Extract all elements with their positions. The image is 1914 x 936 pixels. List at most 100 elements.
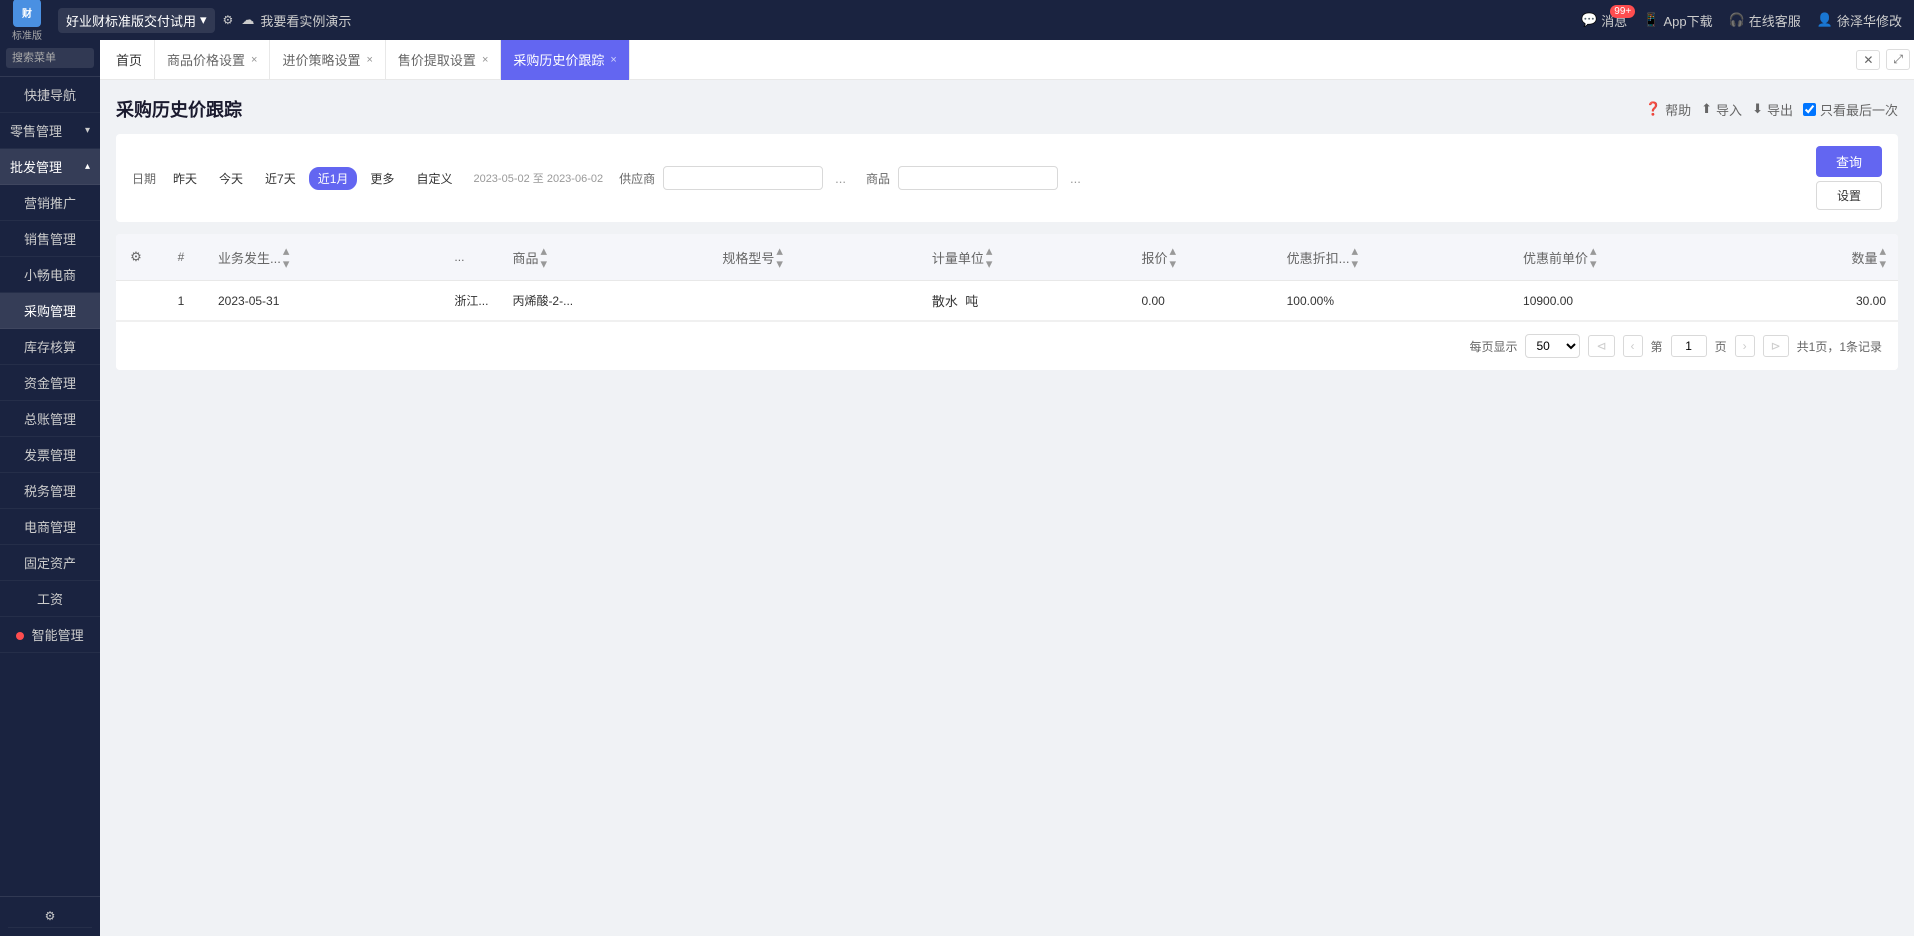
demo-label: 我要看实例演示	[260, 11, 351, 30]
tab-sale-price[interactable]: 售价提取设置 ×	[386, 40, 501, 80]
per-page-select[interactable]: 20 50 100	[1525, 334, 1580, 358]
page-title: 采购历史价跟踪	[116, 96, 242, 122]
sidebar-item-retail[interactable]: 零售管理 ▾	[0, 113, 100, 149]
sidebar-item-purchase[interactable]: 采购管理	[0, 293, 100, 329]
cell-unit1: 散水	[932, 294, 958, 309]
topbar-right: 💬 消息 99+ 📱 App下载 🎧 在线客服 👤 徐泽华修改	[1581, 11, 1902, 30]
sort-icon: ▴▾	[283, 244, 290, 270]
supplier-input[interactable]	[663, 166, 823, 190]
page-number-input[interactable]	[1671, 335, 1707, 357]
user-icon: 👤	[1817, 12, 1833, 28]
th-price[interactable]: 报价 ▴▾	[1129, 234, 1274, 281]
tab-price-close[interactable]: ×	[251, 54, 257, 66]
sidebar-item-sales[interactable]: 销售管理	[0, 221, 100, 257]
tab-expand-btn[interactable]: ⤢	[1886, 49, 1910, 70]
goods-filter-group: 商品 ...	[866, 166, 1085, 190]
query-button[interactable]: 查询	[1816, 146, 1882, 177]
logo-icon: 财	[13, 0, 41, 27]
import-btn[interactable]: ⬆ 导入	[1701, 100, 1742, 119]
sidebar-item-ledger[interactable]: 总账管理	[0, 401, 100, 437]
cell-checkbox[interactable]	[116, 281, 156, 321]
date-btn-more[interactable]: 更多	[361, 167, 403, 190]
date-btn-1month[interactable]: 近1月	[309, 167, 358, 190]
tab-home[interactable]: 首页	[104, 40, 155, 80]
app-download-btn[interactable]: 📱 App下载	[1643, 11, 1712, 30]
tab-home-label: 首页	[116, 50, 142, 69]
th-discount[interactable]: 优惠折扣... ▴▾	[1275, 234, 1511, 281]
goods-more-btn[interactable]: ...	[1066, 171, 1085, 186]
sidebar-item-label: 批发管理	[10, 157, 62, 176]
tab-purchase-strategy[interactable]: 进价策略设置 ×	[270, 40, 385, 80]
goods-input[interactable]	[898, 166, 1058, 190]
th-pre-discount-price[interactable]: 优惠前单价 ▴▾	[1511, 234, 1753, 281]
date-btn-today[interactable]: 今天	[210, 167, 252, 190]
sort-icon: ▴▾	[1351, 244, 1358, 270]
tab-price-settings[interactable]: 商品价格设置 ×	[155, 40, 270, 80]
th-gear[interactable]: ⚙	[116, 234, 156, 281]
sidebar-item-label: 零售管理	[10, 121, 62, 140]
sidebar-item-quicknav[interactable]: 快捷导航	[0, 77, 100, 113]
sort-icon: ▴▾	[776, 244, 783, 270]
sidebar-item-label: 采购管理	[24, 304, 76, 319]
sidebar-item-ecommerce-small[interactable]: 小畅电商	[0, 257, 100, 293]
phone-icon: 📱	[1643, 12, 1659, 28]
tab-history-close[interactable]: ×	[610, 54, 616, 66]
sidebar-item-smart[interactable]: 智能管理	[0, 617, 100, 653]
filter-bar: 日期 昨天 今天 近7天 近1月 更多 自定义 2023-05-02 至 202…	[116, 134, 1898, 222]
th-quantity[interactable]: 数量 ▴▾	[1753, 234, 1898, 281]
sidebar-item-salary[interactable]: 工资	[0, 581, 100, 617]
sidebar-item-invoice[interactable]: 发票管理	[0, 437, 100, 473]
tab-strategy-close[interactable]: ×	[366, 54, 372, 66]
settings-button[interactable]: 设置	[1816, 181, 1882, 210]
export-btn[interactable]: ⬇ 导出	[1752, 100, 1793, 119]
online-service-btn[interactable]: 🎧 在线客服	[1729, 11, 1801, 30]
help-btn[interactable]: ❓ 帮助	[1645, 100, 1691, 119]
sidebar-item-ecommerce[interactable]: 电商管理	[0, 509, 100, 545]
sidebar-settings-btn[interactable]: ⚙	[8, 905, 92, 928]
version-selector[interactable]: 好业财标准版交付试用 ▾	[58, 8, 215, 33]
th-goods[interactable]: 商品 ▴▾	[500, 234, 710, 281]
tab-strategy-label: 进价策略设置	[282, 50, 360, 69]
cell-quantity: 30.00	[1753, 281, 1898, 321]
sort-icon: ▴▾	[540, 244, 547, 270]
th-num: #	[156, 234, 206, 281]
th-unit[interactable]: 计量单位 ▴▾	[920, 234, 1130, 281]
sidebar-search-container	[0, 40, 100, 77]
tab-purchase-history[interactable]: 采购历史价跟踪 ×	[501, 40, 629, 80]
tab-sale-close[interactable]: ×	[482, 54, 488, 66]
filter-action-buttons: 查询 设置	[1816, 146, 1882, 210]
next-page-btn[interactable]: ›	[1735, 335, 1755, 357]
supplier-more-btn[interactable]: ...	[831, 171, 850, 186]
sidebar-item-finance[interactable]: 资金管理	[0, 365, 100, 401]
user-btn[interactable]: 👤 徐泽华修改	[1817, 11, 1902, 30]
sidebar-item-wholesale[interactable]: 批发管理 ▴	[0, 149, 100, 185]
tab-close-btn[interactable]: ✕	[1856, 50, 1880, 70]
main-layout: 快捷导航 零售管理 ▾ 批发管理 ▴ 营销推广 销售管理 小畅电商 采购管理 库…	[0, 40, 1914, 936]
th-spec[interactable]: 规格型号 ▴▾	[710, 234, 920, 281]
sort-icon: ▴▾	[1879, 244, 1886, 270]
th-date-label: 业务发生...	[218, 248, 281, 267]
th-supplier-dots[interactable]: ...	[442, 234, 500, 281]
demo-link[interactable]: ☁ 我要看实例演示	[241, 11, 351, 30]
prev-page-btn[interactable]: ‹	[1623, 335, 1643, 357]
first-page-btn[interactable]: ⊲	[1588, 335, 1614, 357]
th-pre-discount-label: 优惠前单价	[1523, 248, 1588, 267]
th-quantity-label: 数量	[1851, 248, 1877, 267]
last-only-checkbox[interactable]	[1803, 103, 1816, 116]
th-goods-label: 商品	[512, 248, 538, 267]
sidebar-item-marketing[interactable]: 营销推广	[0, 185, 100, 221]
sidebar-item-label: 库存核算	[24, 340, 76, 355]
sidebar-item-tax[interactable]: 税务管理	[0, 473, 100, 509]
cell-date: 2023-05-31	[206, 281, 442, 321]
date-btn-custom[interactable]: 自定义	[407, 167, 461, 190]
messages-btn[interactable]: 💬 消息 99+	[1581, 11, 1627, 30]
last-page-btn[interactable]: ⊳	[1763, 335, 1789, 357]
sidebar-item-assets[interactable]: 固定资产	[0, 545, 100, 581]
search-input[interactable]	[6, 48, 94, 68]
sidebar-item-inventory[interactable]: 库存核算	[0, 329, 100, 365]
date-btn-yesterday[interactable]: 昨天	[164, 167, 206, 190]
message-icon: 💬	[1581, 12, 1597, 28]
th-date[interactable]: 业务发生... ▴▾	[206, 234, 442, 281]
date-btn-7days[interactable]: 近7天	[256, 167, 305, 190]
settings-icon-btn[interactable]: ⚙	[223, 13, 234, 27]
